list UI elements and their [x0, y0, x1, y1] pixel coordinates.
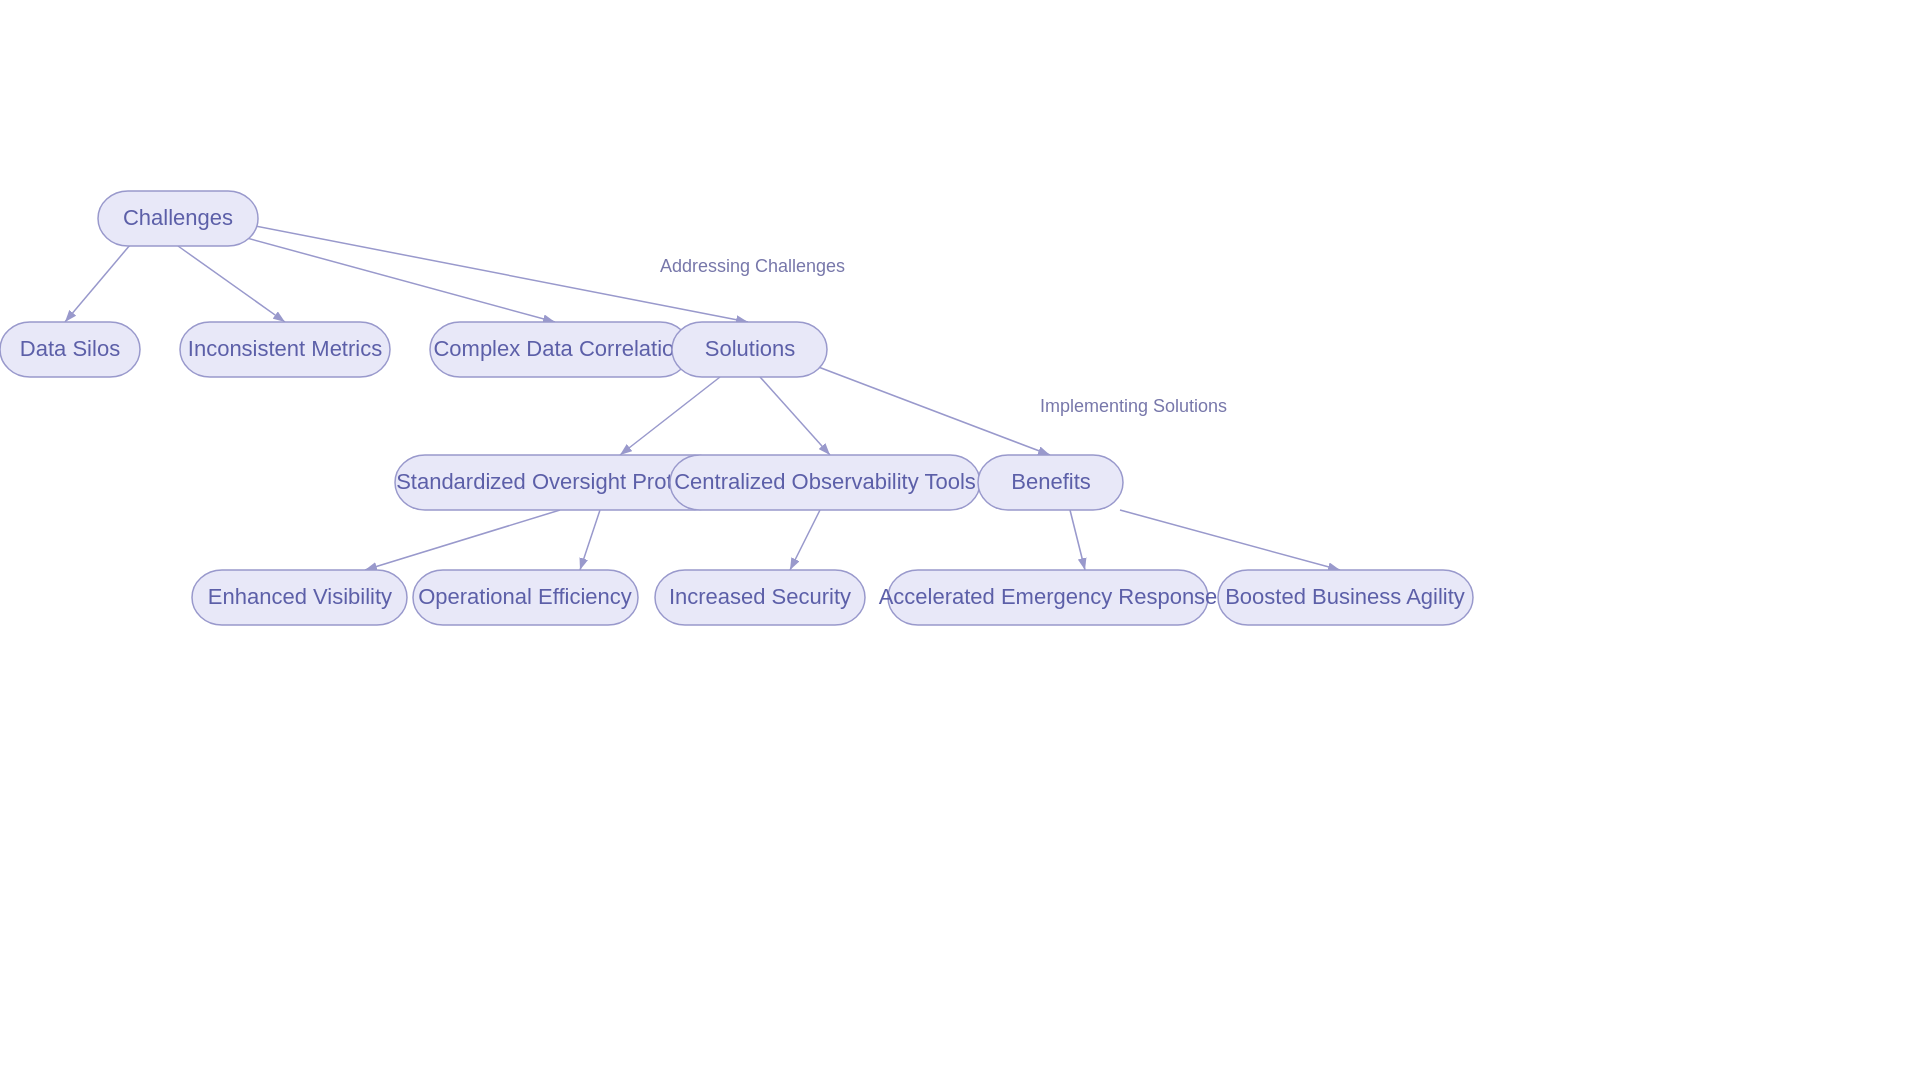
edge-label-addressing: Addressing Challenges: [660, 256, 845, 276]
node-complex-data: Complex Data Correlation: [430, 322, 690, 377]
node-centralized: Centralized Observability Tools: [670, 455, 980, 510]
svg-text:Enhanced Visibility: Enhanced Visibility: [208, 584, 392, 609]
svg-text:Accelerated Emergency Response: Accelerated Emergency Response: [879, 584, 1218, 609]
svg-text:Data Silos: Data Silos: [20, 336, 120, 361]
svg-text:Increased Security: Increased Security: [669, 584, 851, 609]
node-accelerated-emergency: Accelerated Emergency Response: [879, 570, 1218, 625]
node-enhanced-visibility: Enhanced Visibility: [192, 570, 407, 625]
node-increased-security: Increased Security: [655, 570, 865, 625]
edge-solutions-standardized: [620, 377, 720, 455]
node-operational-efficiency: Operational Efficiency: [413, 570, 638, 625]
edge-challenges-inconsistent: [178, 246, 285, 322]
node-challenges: Challenges: [98, 191, 258, 246]
svg-text:Complex Data Correlation: Complex Data Correlation: [433, 336, 686, 361]
svg-text:Boosted Business Agility: Boosted Business Agility: [1225, 584, 1465, 609]
edge-standardized-enhanced: [365, 510, 560, 570]
node-benefits: Benefits: [978, 455, 1123, 510]
node-solutions: Solutions: [672, 322, 827, 377]
svg-text:Centralized Observability Tool: Centralized Observability Tools: [674, 469, 976, 494]
svg-text:Inconsistent Metrics: Inconsistent Metrics: [188, 336, 382, 361]
edge-benefits-accelerated: [1070, 510, 1085, 570]
edge-centralized-security: [790, 510, 820, 570]
svg-text:Solutions: Solutions: [705, 336, 796, 361]
edge-solutions-centralized: [760, 377, 830, 455]
node-data-silos: Data Silos: [0, 322, 140, 377]
node-boosted-business: Boosted Business Agility: [1218, 570, 1473, 625]
svg-text:Benefits: Benefits: [1011, 469, 1091, 494]
edge-challenges-datasilos: [65, 245, 130, 322]
edge-label-implementing: Implementing Solutions: [1040, 396, 1227, 416]
svg-text:Operational Efficiency: Operational Efficiency: [418, 584, 632, 609]
node-inconsistent-metrics: Inconsistent Metrics: [180, 322, 390, 377]
edge-standardized-operational: [580, 510, 600, 570]
edge-benefits-boosted: [1120, 510, 1340, 570]
edge-solutions-benefits: [800, 360, 1050, 455]
svg-text:Challenges: Challenges: [123, 205, 233, 230]
